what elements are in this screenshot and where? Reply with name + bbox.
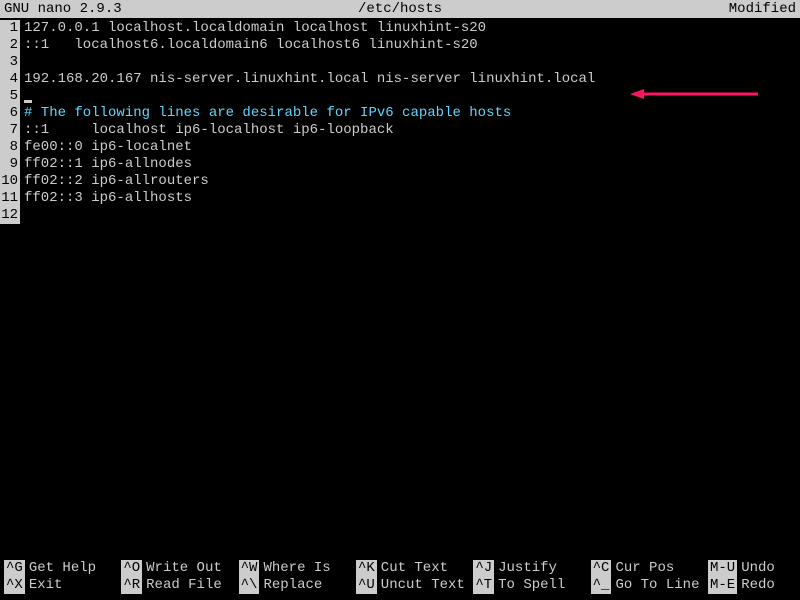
help-item: ^TTo Spell: [473, 577, 590, 594]
file-path: /etc/hosts: [358, 0, 442, 18]
line-number: 1: [0, 20, 20, 37]
help-row-2: ^XExit^RRead File^\Replace^UUncut Text^T…: [4, 577, 796, 594]
titlebar: GNU nano 2.9.3 /etc/hosts Modified: [0, 0, 800, 18]
editor-line[interactable]: 8fe00::0 ip6-localnet: [0, 139, 800, 156]
shortcut-label: Read File: [146, 577, 222, 594]
line-number: 3: [0, 54, 20, 71]
help-item: ^XExit: [4, 577, 121, 594]
shortcut-label: Exit: [29, 577, 63, 594]
shortcut-label: Uncut Text: [381, 577, 465, 594]
shortcut-key: ^R: [121, 577, 142, 594]
shortcut-key: ^O: [121, 560, 142, 577]
help-item: ^KCut Text: [356, 560, 473, 577]
shortcut-key: ^G: [4, 560, 25, 577]
line-content[interactable]: ff02::2 ip6-allrouters: [20, 173, 209, 190]
help-item: ^WWhere Is: [239, 560, 356, 577]
shortcut-key: ^W: [239, 560, 260, 577]
line-number: 10: [0, 173, 20, 190]
text-editor[interactable]: 1127.0.0.1 localhost.localdomain localho…: [0, 18, 800, 224]
line-content[interactable]: # The following lines are desirable for …: [20, 105, 511, 122]
app-name: GNU nano 2.9.3: [4, 0, 122, 18]
shortcut-key: ^K: [356, 560, 377, 577]
line-content[interactable]: ff02::3 ip6-allhosts: [20, 190, 192, 207]
line-content[interactable]: ::1 localhost6.localdomain6 localhost6 l…: [20, 37, 478, 54]
line-number: 2: [0, 37, 20, 54]
shortcut-key: ^X: [4, 577, 25, 594]
line-content[interactable]: ff02::1 ip6-allnodes: [20, 156, 192, 173]
line-content[interactable]: [20, 88, 32, 105]
shortcut-label: Get Help: [29, 560, 96, 577]
line-number: 7: [0, 122, 20, 139]
line-number: 11: [0, 190, 20, 207]
shortcut-label: Justify: [498, 560, 557, 577]
shortcut-key: ^U: [356, 577, 377, 594]
shortcut-label: Cut Text: [381, 560, 448, 577]
line-number: 4: [0, 71, 20, 88]
editor-line[interactable]: 11ff02::3 ip6-allhosts: [0, 190, 800, 207]
text-cursor: [24, 100, 32, 103]
line-number: 6: [0, 105, 20, 122]
help-item: ^CCur Pos: [591, 560, 708, 577]
shortcut-label: To Spell: [498, 577, 565, 594]
help-item: ^\Replace: [239, 577, 356, 594]
help-item: ^OWrite Out: [121, 560, 238, 577]
help-item: ^RRead File: [121, 577, 238, 594]
shortcut-key: ^C: [591, 560, 612, 577]
shortcut-label: Cur Pos: [615, 560, 674, 577]
line-content[interactable]: ::1 localhost ip6-localhost ip6-loopback: [20, 122, 394, 139]
line-content[interactable]: fe00::0 ip6-localnet: [20, 139, 192, 156]
shortcut-key: ^\: [239, 577, 260, 594]
editor-line[interactable]: 4192.168.20.167 nis-server.linuxhint.loc…: [0, 71, 800, 88]
line-content[interactable]: [20, 54, 24, 71]
editor-line[interactable]: 12: [0, 207, 800, 224]
help-item: ^GGet Help: [4, 560, 121, 577]
line-number: 9: [0, 156, 20, 173]
shortcut-label: Write Out: [146, 560, 222, 577]
line-number: 5: [0, 88, 20, 105]
shortcut-key: ^_: [591, 577, 612, 594]
editor-line[interactable]: 2::1 localhost6.localdomain6 localhost6 …: [0, 37, 800, 54]
shortcut-key: M-U: [708, 560, 737, 577]
shortcut-key: M-E: [708, 577, 737, 594]
line-number: 8: [0, 139, 20, 156]
help-row-1: ^GGet Help^OWrite Out^WWhere Is^KCut Tex…: [4, 560, 796, 577]
editor-line[interactable]: 10ff02::2 ip6-allrouters: [0, 173, 800, 190]
editor-line[interactable]: 6# The following lines are desirable for…: [0, 105, 800, 122]
help-item: ^JJustify: [473, 560, 590, 577]
help-item: M-UUndo: [708, 560, 796, 577]
shortcut-label: Redo: [741, 577, 775, 594]
shortcut-label: Where Is: [263, 560, 330, 577]
help-item: ^_Go To Line: [591, 577, 708, 594]
line-number: 12: [0, 207, 20, 224]
editor-line[interactable]: 9ff02::1 ip6-allnodes: [0, 156, 800, 173]
help-item: ^UUncut Text: [356, 577, 473, 594]
shortcut-key: ^T: [473, 577, 494, 594]
editor-line[interactable]: 5: [0, 88, 800, 105]
editor-line[interactable]: 3: [0, 54, 800, 71]
shortcut-label: Go To Line: [615, 577, 699, 594]
help-item: M-ERedo: [708, 577, 796, 594]
line-content[interactable]: [20, 207, 24, 224]
editor-line[interactable]: 7::1 localhost ip6-localhost ip6-loopbac…: [0, 122, 800, 139]
line-content[interactable]: 192.168.20.167 nis-server.linuxhint.loca…: [20, 71, 595, 88]
line-content[interactable]: 127.0.0.1 localhost.localdomain localhos…: [20, 20, 486, 37]
shortcut-label: Replace: [263, 577, 322, 594]
shortcut-key: ^J: [473, 560, 494, 577]
editor-line[interactable]: 1127.0.0.1 localhost.localdomain localho…: [0, 20, 800, 37]
help-bar: ^GGet Help^OWrite Out^WWhere Is^KCut Tex…: [0, 560, 800, 594]
shortcut-label: Undo: [741, 560, 775, 577]
modified-status: Modified: [729, 0, 796, 18]
